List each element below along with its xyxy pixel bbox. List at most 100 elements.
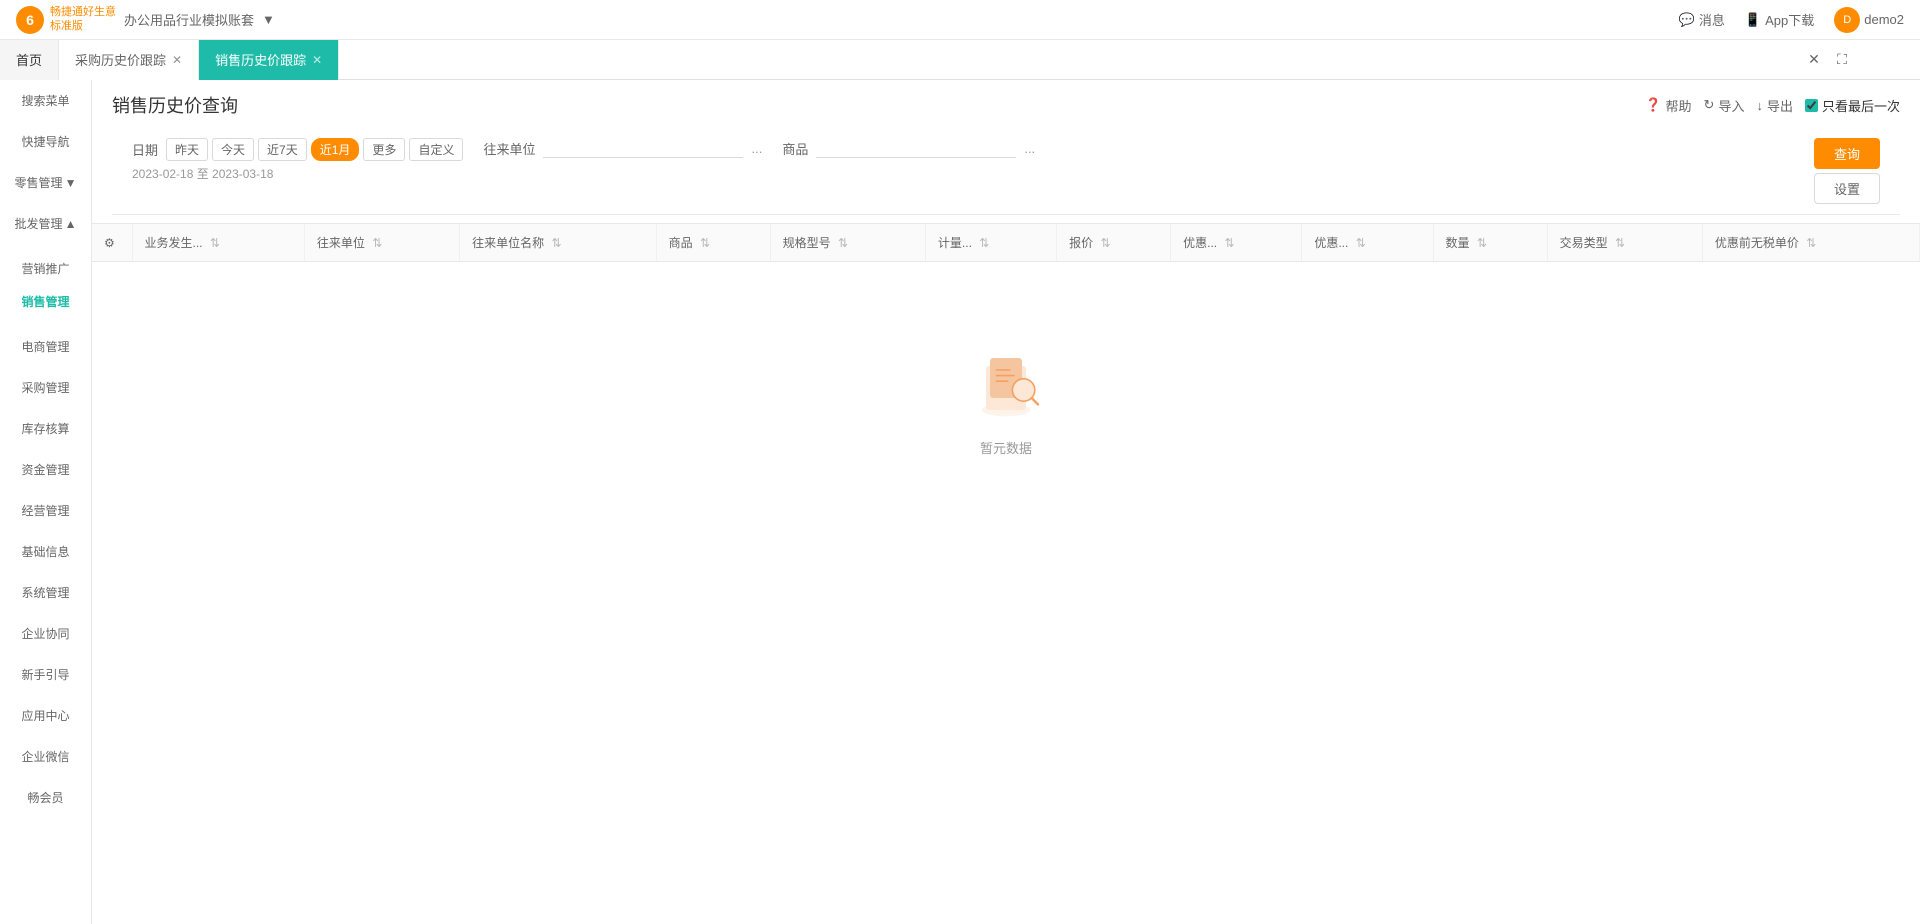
content-area: 销售历史价查询 ❓ 帮助 ↻ 导入 ↓ 导出 [92, 80, 1920, 924]
goods-label: 商品 [782, 139, 808, 158]
col-pretax-price[interactable]: 优惠前无税单价 ⇅ [1702, 224, 1919, 262]
goods-input[interactable] [816, 138, 1016, 158]
goods-filter-group: 商品 ... [782, 138, 1035, 158]
settings-button[interactable]: 设置 [1814, 173, 1880, 204]
logo-icon: 6 [16, 6, 44, 34]
import-icon: ↻ [1704, 97, 1715, 113]
sort-icon-biz-date: ⇅ [210, 236, 220, 250]
date-btn-last7days[interactable]: 近7天 [258, 138, 307, 161]
partner-filter-group: 往来单位 ... [483, 138, 762, 158]
table-header-row: ⚙ 业务发生... ⇅ 往来单位 ⇅ 往来单位名称 ⇅ [92, 224, 1920, 262]
avatar: D [1834, 7, 1860, 33]
sort-icon-goods: ⇅ [700, 236, 710, 250]
sidebar-item-ecommerce[interactable]: 电商管理 [0, 326, 91, 367]
sort-icon-unit: ⇅ [979, 236, 989, 250]
main-layout: 搜索菜单 快捷导航 零售管理 ▼ 批发管理 ▲ 营销推广 销售管理 电商管理 采… [0, 80, 1920, 924]
help-icon: ❓ [1645, 97, 1661, 113]
sidebar: 搜索菜单 快捷导航 零售管理 ▼ 批发管理 ▲ 营销推广 销售管理 电商管理 采… [0, 80, 92, 924]
tab-purchase-history[interactable]: 采购历史价跟踪 ✕ [59, 40, 199, 80]
only-last-checkbox[interactable] [1805, 99, 1818, 112]
tab-home[interactable]: 首页 [0, 40, 59, 80]
chevron-down-icon: ▼ [65, 176, 77, 190]
message-icon: 💬 [1679, 12, 1695, 28]
col-trade-type[interactable]: 交易类型 ⇅ [1547, 224, 1702, 262]
sort-icon-trade-type: ⇅ [1615, 236, 1625, 250]
date-btn-more[interactable]: 更多 [363, 138, 405, 161]
tab-bar: 首页 采购历史价跟踪 ✕ 销售历史价跟踪 ✕ ✕ ⛶ [0, 40, 1920, 80]
col-discount1[interactable]: 优惠... ⇅ [1171, 224, 1302, 262]
filter-top-row: 日期 昨天 今天 近7天 近1月 更多 自定义 2023-02-18 至 202… [132, 138, 1880, 204]
tab-sales-close-icon[interactable]: ✕ [312, 53, 322, 67]
col-goods[interactable]: 商品 ⇅ [656, 224, 770, 262]
empty-text: 暂元数据 [980, 438, 1032, 457]
col-settings[interactable]: ⚙ [92, 224, 132, 262]
sidebar-item-retail-mgmt[interactable]: 零售管理 ▼ [0, 162, 91, 203]
sidebar-item-inventory[interactable]: 库存核算 [0, 408, 91, 449]
table-area: ⚙ 业务发生... ⇅ 往来单位 ⇅ 往来单位名称 ⇅ [92, 224, 1920, 924]
export-link[interactable]: ↓ 导出 [1756, 96, 1793, 115]
window-dropdown[interactable]: ▼ [262, 12, 275, 27]
sort-icon-discount1: ⇅ [1225, 236, 1235, 250]
sidebar-item-new-guide[interactable]: 新手引导 [0, 654, 91, 695]
date-buttons: 昨天 今天 近7天 近1月 更多 自定义 [166, 138, 463, 161]
sidebar-item-basic-info[interactable]: 基础信息 [0, 531, 91, 572]
tab-close-window-btn[interactable]: ✕ [1804, 50, 1824, 70]
sidebar-item-purchase-mgmt[interactable]: 采购管理 [0, 367, 91, 408]
sidebar-item-enterprise-wechat[interactable]: 企业微信 [0, 736, 91, 777]
partner-input[interactable] [543, 138, 743, 158]
mobile-icon: 📱 [1745, 12, 1761, 28]
sidebar-item-member[interactable]: 畅会员 [0, 777, 91, 818]
tab-sales-history[interactable]: 销售历史价跟踪 ✕ [199, 40, 339, 80]
logo-area: 6 畅捷通好生意 标准版 [16, 6, 116, 34]
top-bar-left: 6 畅捷通好生意 标准版 办公用品行业模拟账套 ▼ [16, 6, 275, 34]
empty-state: 暂元数据 [92, 262, 1920, 537]
top-bar: 6 畅捷通好生意 标准版 办公用品行业模拟账套 ▼ 💬 消息 📱 App下载 D… [0, 0, 1920, 40]
sort-icon-quote-price: ⇅ [1100, 236, 1110, 250]
filter-bar: 日期 昨天 今天 近7天 近1月 更多 自定义 2023-02-18 至 202… [112, 128, 1900, 215]
sidebar-item-finance[interactable]: 资金管理 [0, 449, 91, 490]
col-spec[interactable]: 规格型号 ⇅ [770, 224, 925, 262]
tab-actions: ✕ ⛶ [1804, 50, 1860, 70]
page-title-row: 销售历史价查询 ❓ 帮助 ↻ 导入 ↓ 导出 [112, 92, 1900, 118]
col-discount2[interactable]: 优惠... ⇅ [1302, 224, 1433, 262]
sidebar-item-quick-nav[interactable]: 快捷导航 [0, 121, 91, 162]
col-quote-price[interactable]: 报价 ⇅ [1057, 224, 1171, 262]
sidebar-item-system-mgmt[interactable]: 系统管理 [0, 572, 91, 613]
page-title: 销售历史价查询 [112, 92, 238, 118]
sidebar-item-search-menu[interactable]: 搜索菜单 [0, 80, 91, 121]
sidebar-item-app-center[interactable]: 应用中心 [0, 695, 91, 736]
sort-icon-partner-code: ⇅ [372, 236, 382, 250]
col-unit[interactable]: 计量... ⇅ [925, 224, 1056, 262]
date-btn-custom[interactable]: 自定义 [409, 138, 463, 161]
top-bar-right: 💬 消息 📱 App下载 D demo2 [1679, 7, 1904, 33]
sort-icon-pretax-price: ⇅ [1806, 236, 1816, 250]
col-biz-date[interactable]: 业务发生... ⇅ [132, 224, 304, 262]
sidebar-sub-item-marketing[interactable]: 营销推广 [0, 252, 91, 285]
sidebar-item-wholesale-mgmt[interactable]: 批发管理 ▲ [0, 203, 91, 244]
sidebar-item-operations[interactable]: 经营管理 [0, 490, 91, 531]
sort-icon-partner-name: ⇅ [552, 236, 562, 250]
date-label: 日期 [132, 140, 158, 159]
date-btn-today[interactable]: 今天 [212, 138, 254, 161]
user-action[interactable]: D demo2 [1834, 7, 1904, 33]
date-btn-last1month[interactable]: 近1月 [311, 138, 360, 161]
only-last-checkbox-label[interactable]: 只看最后一次 [1805, 96, 1900, 115]
message-action[interactable]: 💬 消息 [1679, 10, 1725, 29]
date-btn-yesterday[interactable]: 昨天 [166, 138, 208, 161]
app-download-action[interactable]: 📱 App下载 [1745, 10, 1814, 29]
import-link[interactable]: ↻ 导入 [1704, 96, 1745, 115]
col-partner-name[interactable]: 往来单位名称 ⇅ [460, 224, 656, 262]
sidebar-sub-item-sales-mgmt[interactable]: 销售管理 [0, 285, 91, 318]
tab-purchase-close-icon[interactable]: ✕ [172, 53, 182, 67]
help-link[interactable]: ❓ 帮助 [1645, 96, 1691, 115]
sort-icon-spec: ⇅ [838, 236, 848, 250]
logo-text: 畅捷通好生意 标准版 [50, 6, 116, 32]
search-button[interactable]: 查询 [1814, 138, 1880, 169]
sidebar-item-enterprise-collab[interactable]: 企业协同 [0, 613, 91, 654]
tab-maximize-btn[interactable]: ⛶ [1832, 50, 1852, 70]
col-quantity[interactable]: 数量 ⇅ [1433, 224, 1547, 262]
col-partner-code[interactable]: 往来单位 ⇅ [304, 224, 459, 262]
date-range: 2023-02-18 至 2023-03-18 [132, 165, 463, 182]
page-actions: ❓ 帮助 ↻ 导入 ↓ 导出 只看最后一次 [1645, 96, 1900, 115]
window-title: 办公用品行业模拟账套 [124, 10, 254, 29]
